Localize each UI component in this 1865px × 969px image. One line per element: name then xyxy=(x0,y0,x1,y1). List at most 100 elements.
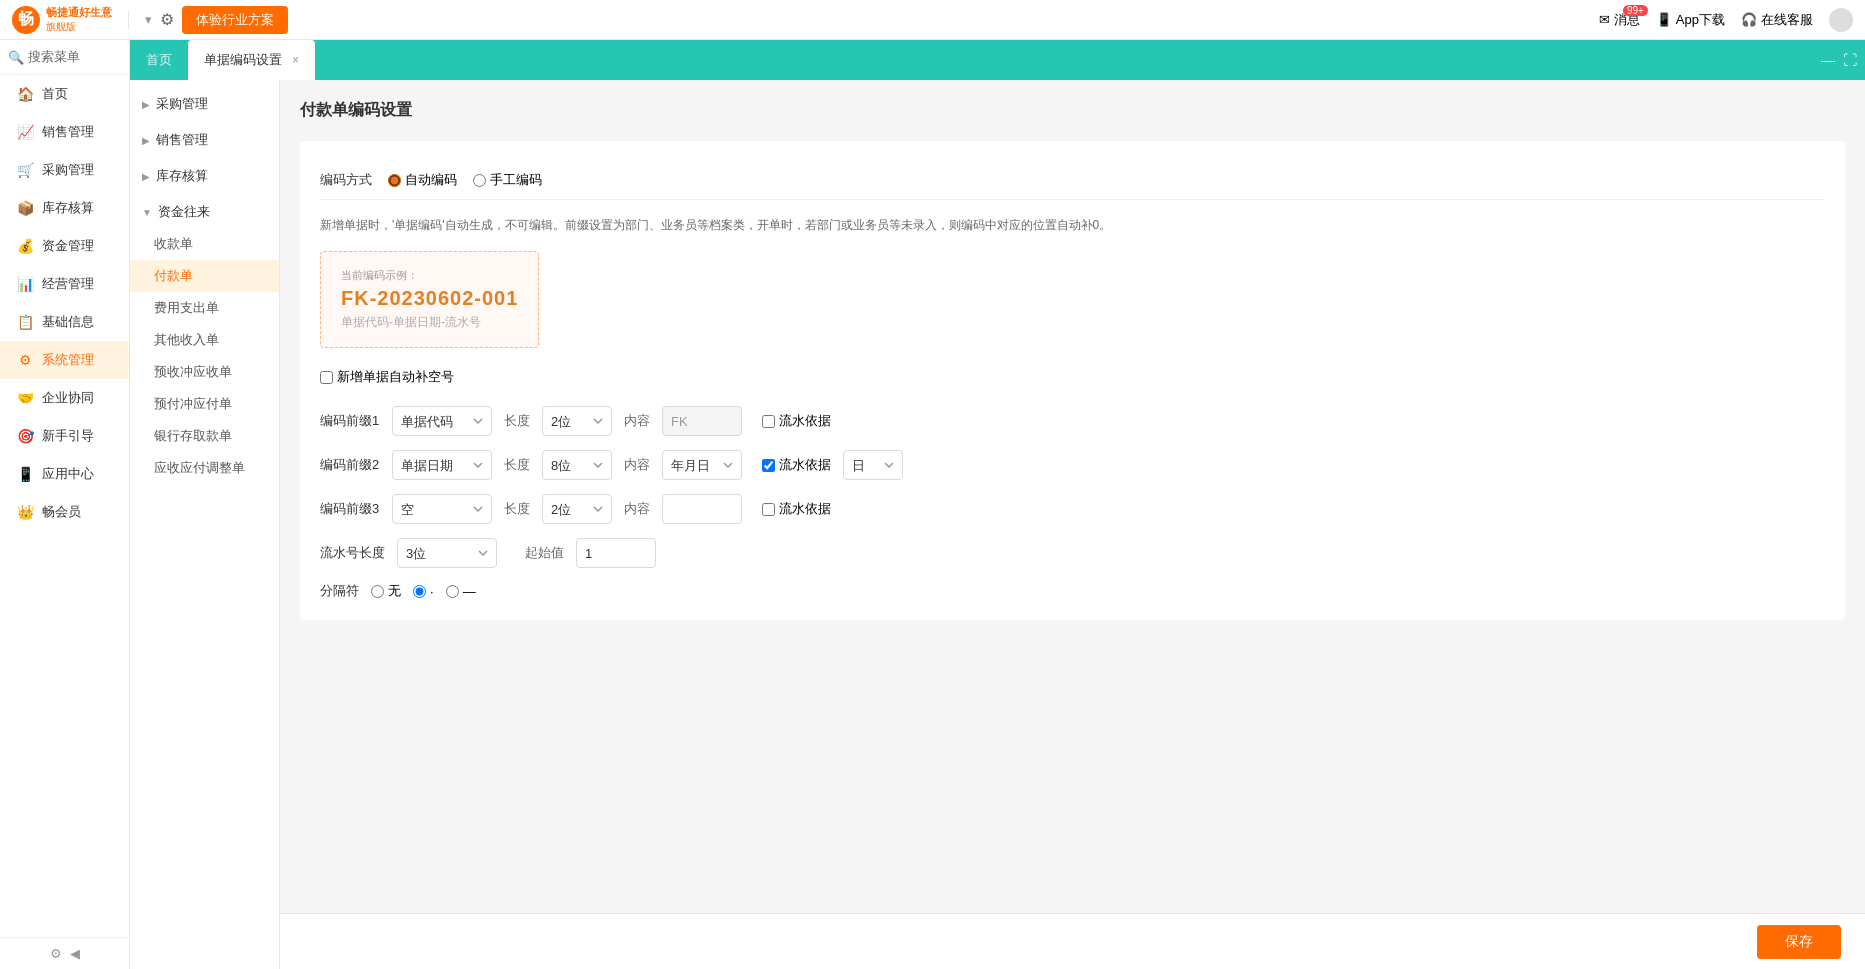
prefix2-stream-checkbox-label[interactable]: 流水依据 xyxy=(762,456,831,474)
prefix3-content-input[interactable] xyxy=(662,494,742,524)
prefix3-select[interactable]: 单据代码 单据日期 空 部门 业务员 xyxy=(392,494,492,524)
prefix2-stream-period-select[interactable]: 日 月 年 xyxy=(843,450,903,480)
online-service-button[interactable]: 🎧 在线客服 xyxy=(1741,11,1813,29)
manual-encoding-option[interactable]: 手工编码 xyxy=(473,171,542,189)
code-preview-example-label: 当前编码示例： xyxy=(341,268,518,283)
nav-footer-settings-icon[interactable]: ⚙ xyxy=(50,946,62,961)
sidebar-item-guide[interactable]: 🎯 新手引导 xyxy=(0,417,129,455)
auto-fill-checkbox-label[interactable]: 新增单据自动补空号 xyxy=(320,368,454,386)
sidebar-item-appstore[interactable]: 📱 应用中心 xyxy=(0,455,129,493)
avatar[interactable] xyxy=(1829,8,1853,32)
logo-icon: 畅 xyxy=(12,6,40,34)
sidebar-item-inventory[interactable]: 📦 库存核算 xyxy=(0,189,129,227)
auto-encoding-option[interactable]: 自动编码 xyxy=(388,171,457,189)
serial-row: 流水号长度 2位 3位 4位 5位 起始值 xyxy=(320,538,1825,568)
sep-none-radio[interactable] xyxy=(371,585,384,598)
prefix1-select[interactable]: 单据代码 单据日期 空 部门 业务员 xyxy=(392,406,492,436)
sub-nav-item-prepay-payable[interactable]: 预付冲应付单 xyxy=(130,388,279,420)
dropdown-icon[interactable]: ▾ xyxy=(145,12,152,27)
tab-encoding-settings[interactable]: 单据编码设置 × xyxy=(188,40,315,80)
prefix1-stream-checkbox-label[interactable]: 流水依据 xyxy=(762,412,831,430)
arrow-down-icon: ▼ xyxy=(142,207,152,218)
prefix3-length-label: 长度 xyxy=(504,500,530,518)
app-download-button[interactable]: 📱 App下载 xyxy=(1656,11,1725,29)
prefix3-stream-checkbox[interactable] xyxy=(762,503,775,516)
tab-collapse-icon[interactable]: — xyxy=(1821,52,1835,68)
encoding-method-label: 编码方式 xyxy=(320,171,372,189)
sidebar-item-sales[interactable]: 📈 销售管理 xyxy=(0,113,129,151)
sep-none-option[interactable]: 无 xyxy=(371,582,401,600)
left-nav: 🔍 搜索菜单 🏠 首页 📈 销售管理 🛒 采购管理 📦 库存核算 💰 资金管理 … xyxy=(0,40,130,969)
nav-search-button[interactable]: 🔍 搜索菜单 xyxy=(0,40,129,75)
sub-nav-item-bank-deposit[interactable]: 银行存取款单 xyxy=(130,420,279,452)
tab-expand-icon[interactable]: ⛶ xyxy=(1843,52,1857,68)
trial-button[interactable]: 体验行业方案 xyxy=(182,6,288,34)
prefix2-content-select[interactable]: 年月日 年月 年 xyxy=(662,450,742,480)
prefix1-label: 编码前缀1 xyxy=(320,412,380,430)
sub-nav-item-payment[interactable]: 付款单 xyxy=(130,260,279,292)
sidebar-item-basic[interactable]: 📋 基础信息 xyxy=(0,303,129,341)
cooperation-icon: 🤝 xyxy=(16,389,34,407)
auto-fill-checkbox[interactable] xyxy=(320,371,333,384)
prefix1-content-label: 内容 xyxy=(624,412,650,430)
serial-length-select[interactable]: 2位 3位 4位 5位 xyxy=(397,538,497,568)
start-value-label: 起始值 xyxy=(525,544,564,562)
sub-nav-item-ap-ar-adjust[interactable]: 应收应付调整单 xyxy=(130,452,279,484)
start-value-input[interactable] xyxy=(576,538,656,568)
sidebar-item-system[interactable]: ⚙ 系统管理 xyxy=(0,341,129,379)
app-logo: 畅 畅捷通好生意 旗舰版 xyxy=(12,5,112,34)
prefix2-length-label: 长度 xyxy=(504,456,530,474)
sep-dash-radio[interactable] xyxy=(446,585,459,598)
settings-icon[interactable]: ⚙ xyxy=(160,10,174,29)
topbar: 畅 畅捷通好生意 旗舰版 ▾ ⚙ 体验行业方案 ✉ 消息 99+ 📱 App下载… xyxy=(0,0,1865,40)
topbar-left: 畅 畅捷通好生意 旗舰版 ▾ ⚙ 体验行业方案 xyxy=(12,5,288,34)
sep-dot-option[interactable]: · xyxy=(413,584,434,599)
sub-nav-header-purchase[interactable]: ▶ 采购管理 xyxy=(130,88,279,120)
prefix3-row: 编码前缀3 单据代码 单据日期 空 部门 业务员 长度 2位 xyxy=(320,494,1825,524)
prefix1-length-label: 长度 xyxy=(504,412,530,430)
sub-nav-item-expense[interactable]: 费用支出单 xyxy=(130,292,279,324)
home-icon: 🏠 xyxy=(16,85,34,103)
sub-nav-item-other-income[interactable]: 其他收入单 xyxy=(130,324,279,356)
prefix2-stream-checkbox[interactable] xyxy=(762,459,775,472)
save-button[interactable]: 保存 xyxy=(1757,925,1841,959)
sidebar-item-home[interactable]: 🏠 首页 xyxy=(0,75,129,113)
sub-nav-group-capital: ▼ 资金往来 收款单 付款单 费用支出单 其他收入单 预收冲应收单 预付冲应付单… xyxy=(130,196,279,484)
nav-footer: ⚙ ◀ xyxy=(0,937,129,969)
prefix3-stream-checkbox-label[interactable]: 流水依据 xyxy=(762,500,831,518)
manual-encoding-radio[interactable] xyxy=(473,174,486,187)
prefix1-stream-checkbox[interactable] xyxy=(762,415,775,428)
message-button[interactable]: ✉ 消息 99+ xyxy=(1599,11,1640,29)
auto-encoding-radio[interactable] xyxy=(388,174,401,187)
tab-home[interactable]: 首页 xyxy=(130,40,188,80)
sub-nav-item-receipt[interactable]: 收款单 xyxy=(130,228,279,260)
sidebar-item-member[interactable]: 👑 畅会员 xyxy=(0,493,129,531)
sidebar-item-purchase[interactable]: 🛒 采购管理 xyxy=(0,151,129,189)
sep-dot-radio[interactable] xyxy=(413,585,426,598)
sep-dash-option[interactable]: — xyxy=(446,584,476,599)
sub-nav-header-capital[interactable]: ▼ 资金往来 xyxy=(130,196,279,228)
sidebar-item-cooperation[interactable]: 🤝 企业协同 xyxy=(0,379,129,417)
prefix3-length-select[interactable]: 2位 3位 xyxy=(542,494,612,524)
prefix2-row: 编码前缀2 单据代码 单据日期 空 部门 业务员 长度 6位 xyxy=(320,450,1825,480)
sidebar-item-finance[interactable]: 💰 资金管理 xyxy=(0,227,129,265)
sidebar-item-operations[interactable]: 📊 经营管理 xyxy=(0,265,129,303)
search-icon: 🔍 xyxy=(8,50,24,65)
tab-close-icon[interactable]: × xyxy=(292,53,299,67)
message-icon: ✉ xyxy=(1599,12,1610,27)
inventory-icon: 📦 xyxy=(16,199,34,217)
prefix1-content-input[interactable] xyxy=(662,406,742,436)
prefix3-label: 编码前缀3 xyxy=(320,500,380,518)
arrow-right-icon: ▶ xyxy=(142,99,150,110)
prefix1-length-select[interactable]: 2位 3位 4位 xyxy=(542,406,612,436)
topbar-right: ✉ 消息 99+ 📱 App下载 🎧 在线客服 xyxy=(1599,8,1853,32)
tab-bar-actions: — ⛶ xyxy=(1821,52,1865,68)
prefix2-label: 编码前缀2 xyxy=(320,456,380,474)
prefix2-select[interactable]: 单据代码 单据日期 空 部门 业务员 xyxy=(392,450,492,480)
sub-nav-item-prepay-receivable[interactable]: 预收冲应收单 xyxy=(130,356,279,388)
nav-footer-collapse-icon[interactable]: ◀ xyxy=(70,946,80,961)
prefix1-row: 编码前缀1 单据代码 单据日期 空 部门 业务员 长度 2位 xyxy=(320,406,1825,436)
prefix2-length-select[interactable]: 6位 8位 10位 xyxy=(542,450,612,480)
sub-nav-header-inventory[interactable]: ▶ 库存核算 xyxy=(130,160,279,192)
sub-nav-header-sales[interactable]: ▶ 销售管理 xyxy=(130,124,279,156)
